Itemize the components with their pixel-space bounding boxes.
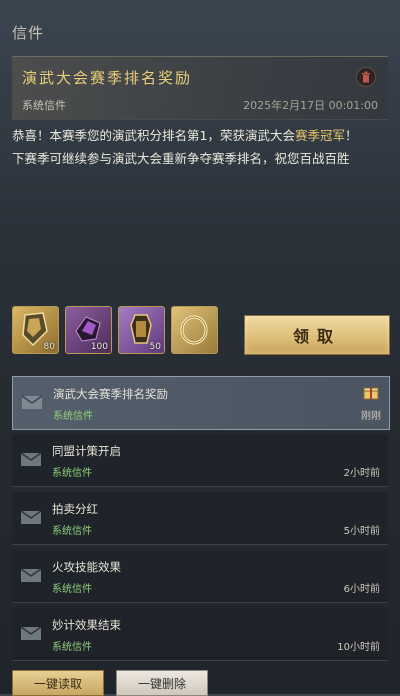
gold-ring-icon [180,315,208,345]
attachment-gift-icon [363,387,379,400]
attachment-qty: 100 [90,342,108,352]
envelope-icon [20,452,42,466]
body-line2: 下赛季可继续参与演武大会重新争夺赛季排名，祝您百战百胜 [12,151,350,166]
mail-time: 刚刚 [361,411,381,422]
mail-time: 5小时前 [343,526,380,537]
body-highlight: 赛季冠军 [294,128,345,143]
mail-list-item[interactable]: 拍卖分红 系统信件 5小时前 [12,492,388,545]
attachment-item[interactable]: 80 [12,306,59,354]
mail-sender: 系统信件 [52,468,92,479]
mail-title: 演武大会赛季排名奖励 [53,387,168,401]
claim-button[interactable]: 领取 [244,315,390,355]
delete-all-button[interactable]: 一键删除 [116,670,208,696]
trash-icon [362,71,370,83]
mail-detail-sender: 系统信件 [22,99,66,112]
attachment-item[interactable] [171,306,218,354]
mail-detail-header: 演武大会赛季排名奖励 系统信件 2025年2月17日 00:01:00 [12,56,388,120]
mail-title: 火攻技能效果 [52,560,121,574]
attachment-item[interactable]: 50 [118,306,165,354]
mail-time: 10小时前 [337,642,380,653]
mail-time: 6小时前 [343,584,380,595]
attachment-item[interactable]: 100 [65,306,112,354]
mail-sender: 系统信件 [53,411,93,422]
mail-title: 拍卖分红 [52,502,98,516]
mail-list-item[interactable]: 同盟计策开启 系统信件 2小时前 [12,434,388,487]
mail-title: 同盟计策开启 [52,444,121,458]
mail-sender: 系统信件 [52,584,92,595]
read-all-button[interactable]: 一键读取 [12,670,104,696]
delete-mail-button[interactable] [356,67,376,87]
mail-detail-body: 恭喜！本赛季您的演武积分排名第1，荣获演武大会赛季冠军！ 下赛季可继续参与演武大… [12,124,392,170]
mail-sender: 系统信件 [52,642,92,653]
envelope-icon [20,568,42,582]
mail-list-item[interactable]: 火攻技能效果 系统信件 6小时前 [12,550,388,603]
mail-detail-title: 演武大会赛季排名奖励 [22,69,193,87]
mail-title: 妙计效果结束 [52,618,121,632]
mail-list-item[interactable]: 妙计效果结束 系统信件 10小时前 [12,608,388,661]
attachment-qty: 80 [43,342,55,352]
envelope-icon [20,626,42,640]
envelope-icon [21,395,43,409]
mail-detail-time: 2025年2月17日 00:01:00 [243,99,378,112]
panel-title: 信件 [12,24,45,42]
body-text: 恭喜！本赛季您的演武积分排名第1，荣获演武大会 [12,128,295,143]
attachment-qty: 50 [149,342,161,352]
mail-list-item[interactable]: 演武大会赛季排名奖励 系统信件 刚刚 [12,376,390,430]
envelope-icon [20,510,42,524]
body-text-end: ！ [344,128,358,143]
mail-sender: 系统信件 [52,526,92,537]
mail-time: 2小时前 [343,468,380,479]
